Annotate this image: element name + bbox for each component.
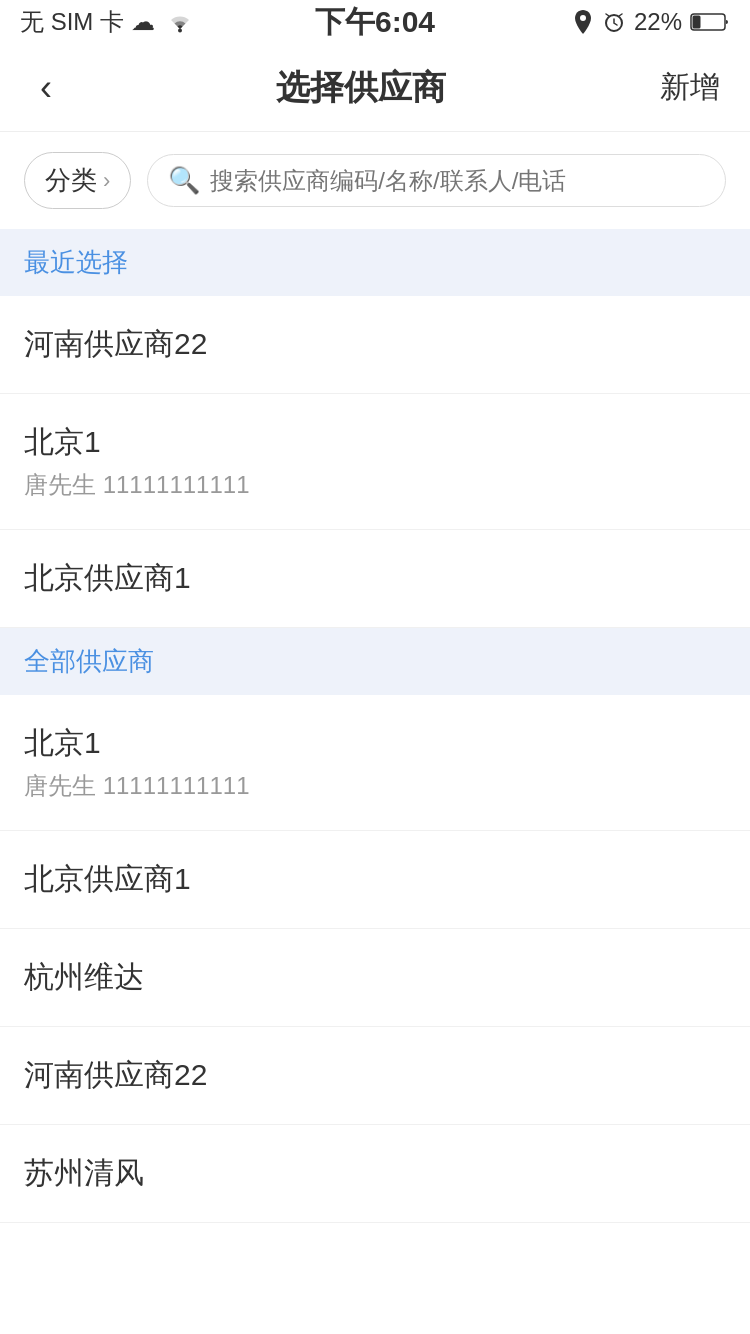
battery-label: 22% (634, 8, 682, 36)
item-name: 北京1 (24, 422, 726, 463)
item-name: 北京1 (24, 723, 726, 764)
location-icon (572, 9, 594, 35)
back-button[interactable]: ‹ (30, 57, 62, 119)
status-time: 下午6:04 (315, 2, 435, 43)
item-sub: 唐先生 11111111111 (24, 469, 726, 501)
status-right: 22% (572, 8, 730, 36)
search-icon: 🔍 (168, 165, 200, 196)
svg-point-1 (580, 15, 586, 21)
nav-bar: ‹ 选择供应商 新增 (0, 44, 750, 132)
new-button[interactable]: 新增 (660, 67, 720, 108)
list-item[interactable]: 北京供应商1 (0, 530, 750, 628)
all-section-header: 全部供应商 (0, 628, 750, 695)
list-item[interactable]: 北京供应商1 (0, 831, 750, 929)
item-name: 河南供应商22 (24, 1055, 726, 1096)
item-name: 河南供应商22 (24, 324, 726, 365)
filter-bar: 分类 › 🔍 (0, 132, 750, 229)
recent-list: 河南供应商22 北京1 唐先生 11111111111 北京供应商1 (0, 296, 750, 628)
list-item[interactable]: 河南供应商22 (0, 296, 750, 394)
list-item[interactable]: 北京1 唐先生 11111111111 (0, 394, 750, 530)
search-box[interactable]: 🔍 (147, 154, 726, 207)
recent-section-header: 最近选择 (0, 229, 750, 296)
category-label: 分类 (45, 163, 97, 198)
item-name: 苏州清风 (24, 1153, 726, 1194)
svg-point-0 (178, 29, 182, 33)
svg-rect-4 (693, 16, 701, 29)
item-name: 杭州维达 (24, 957, 726, 998)
item-sub: 唐先生 11111111111 (24, 770, 726, 802)
status-bar: 无 SIM 卡 ☁ 下午6:04 22% (0, 0, 750, 44)
list-item[interactable]: 北京1 唐先生 11111111111 (0, 695, 750, 831)
chevron-right-icon: › (103, 168, 110, 194)
nav-title: 选择供应商 (62, 65, 660, 111)
recent-section-label: 最近选择 (24, 247, 128, 277)
item-name: 北京供应商1 (24, 558, 726, 599)
category-button[interactable]: 分类 › (24, 152, 131, 209)
wifi-icon (165, 11, 195, 33)
list-item[interactable]: 河南供应商22 (0, 1027, 750, 1125)
battery-icon (690, 11, 730, 33)
item-name: 北京供应商1 (24, 859, 726, 900)
list-item[interactable]: 杭州维达 (0, 929, 750, 1027)
all-list: 北京1 唐先生 11111111111 北京供应商1 杭州维达 河南供应商22 … (0, 695, 750, 1223)
sim-label: 无 SIM 卡 ☁ (20, 6, 155, 38)
all-section-label: 全部供应商 (24, 646, 154, 676)
list-item[interactable]: 苏州清风 (0, 1125, 750, 1223)
status-left: 无 SIM 卡 ☁ (20, 6, 195, 38)
search-input[interactable] (210, 167, 705, 195)
alarm-icon (602, 9, 626, 35)
